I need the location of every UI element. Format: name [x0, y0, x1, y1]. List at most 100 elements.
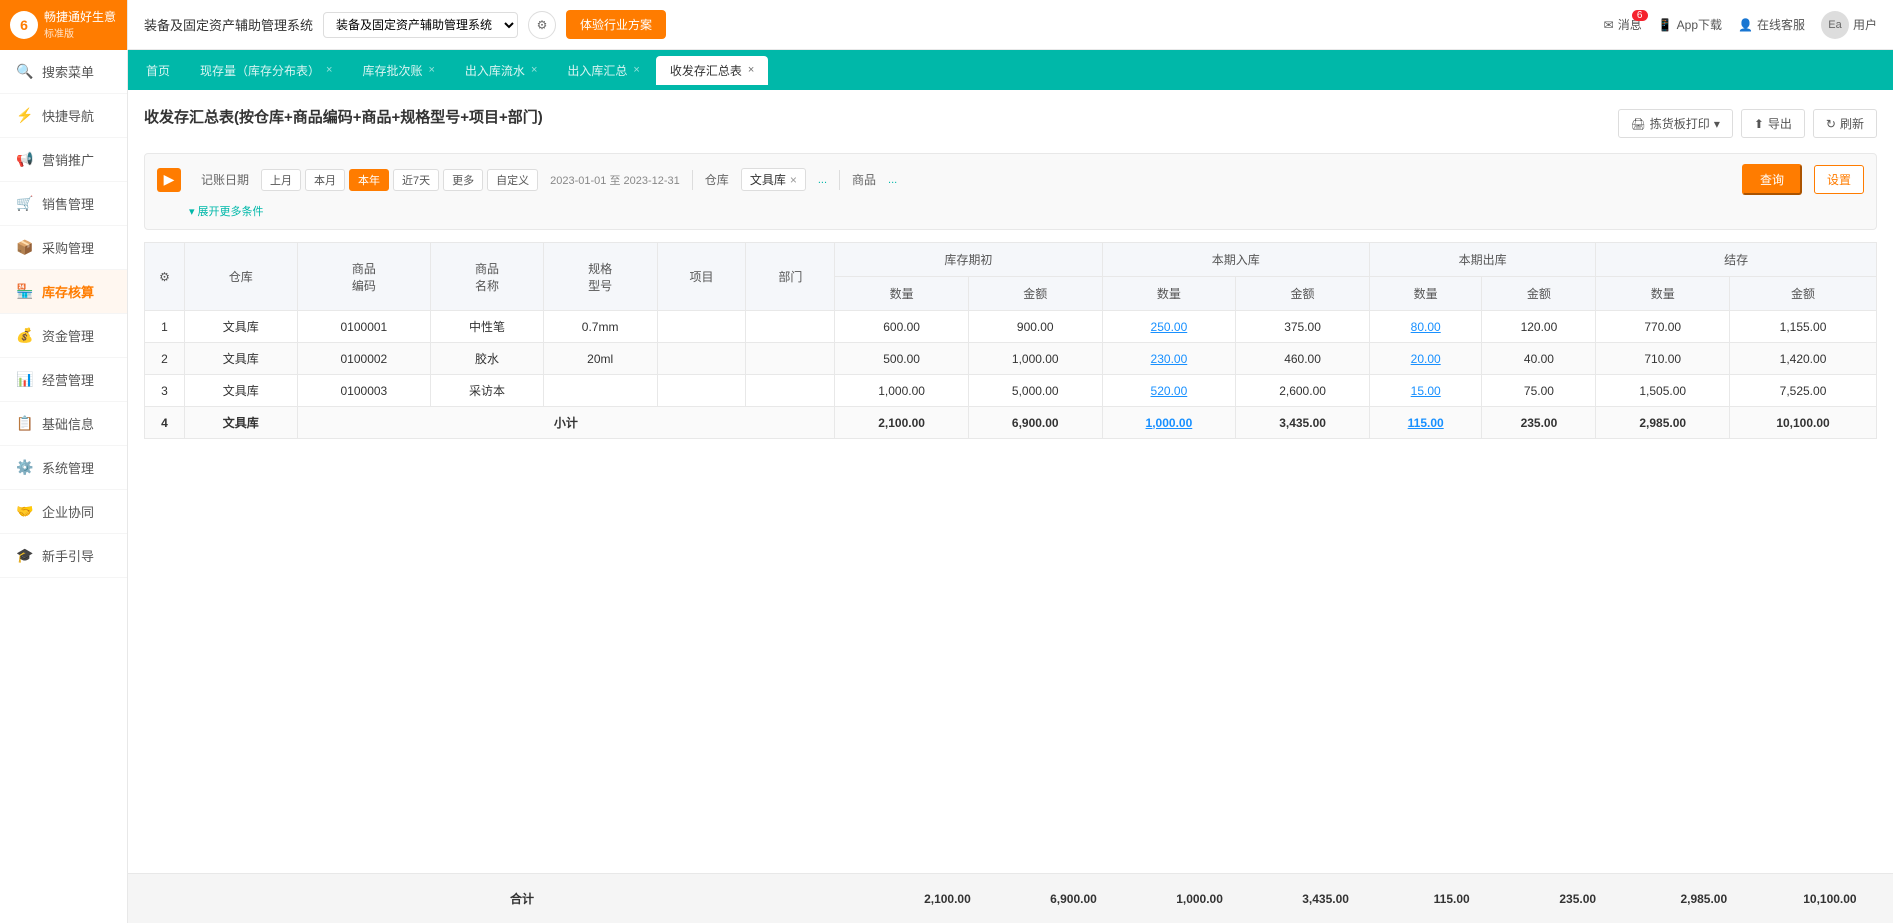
subtotal-row: 4 文具库 小计 2,100.00 6,900.00 1,000.00 3,43…	[145, 407, 1877, 439]
expand-conditions-button[interactable]: ▾ 展开更多条件	[189, 203, 1864, 219]
print-icon: 🖨	[1631, 117, 1646, 131]
date-btn-本月[interactable]: 本月	[305, 169, 345, 191]
subtotal-num: 4	[145, 407, 185, 439]
tab-label-batch: 库存批次账	[362, 62, 422, 79]
logo-icon: 6	[10, 11, 38, 39]
th-balance-qty: 数量	[1596, 277, 1730, 311]
cell-num: 1	[145, 311, 185, 343]
sidebar-item-operation[interactable]: 📊经营管理	[0, 358, 127, 402]
sales-icon: 🛒	[16, 195, 34, 213]
sidebar-item-system[interactable]: ⚙️ 系统管理	[0, 446, 127, 490]
subtotal-label: 小计	[297, 407, 835, 439]
cell-out-qty[interactable]: 15.00	[1369, 375, 1482, 407]
tab-close-collect-summary[interactable]: ×	[748, 64, 754, 76]
sidebar-item-guide[interactable]: 🎓新手引导	[0, 534, 127, 578]
tab-close-flow[interactable]: ×	[531, 64, 537, 76]
cell-in-amt: 2,600.00	[1236, 375, 1370, 407]
warehouse-tag[interactable]: 文具库 ×	[741, 168, 806, 191]
tab-batch[interactable]: 库存批次账 ×	[348, 56, 448, 85]
date-btn-上月[interactable]: 上月	[261, 169, 301, 191]
refresh-button[interactable]: ↻ 刷新	[1813, 109, 1877, 138]
tab-summary[interactable]: 出入库汇总 ×	[553, 56, 653, 85]
sidebar-label-guide: 新手引导	[42, 546, 94, 565]
tab-close-inventory-dist[interactable]: ×	[326, 64, 332, 76]
footer-total: 合计 2,100.00 6,900.00 1,000.00 3,435.00 1…	[128, 873, 1893, 923]
table-header-group: ⚙ 仓库 商品编码 商品名称 规格型号 项目 部门 库存期初 本期入库 本期出库…	[145, 243, 1877, 277]
cell-project	[657, 375, 746, 407]
operation-icon: 📊	[16, 371, 34, 389]
sidebar-item-enterprise[interactable]: 🤝企业协同	[0, 490, 127, 534]
cell-out-qty[interactable]: 80.00	[1369, 311, 1482, 343]
tab-close-batch[interactable]: ×	[428, 64, 434, 76]
total-label: 合计	[459, 882, 585, 915]
settings-icon[interactable]: ⚙	[528, 11, 556, 39]
warehouse-tag-close[interactable]: ×	[790, 173, 797, 187]
date-btn-更多[interactable]: 更多	[443, 169, 483, 191]
query-button[interactable]: 查询	[1742, 164, 1802, 195]
cell-in-amt: 460.00	[1236, 343, 1370, 375]
tab-inventory-dist[interactable]: 现存量（库存分布表）×	[186, 56, 346, 85]
goods-more[interactable]: ...	[888, 174, 897, 186]
tab-label-summary: 出入库汇总	[567, 62, 627, 79]
message-action[interactable]: ✉ 消息 6	[1604, 16, 1642, 33]
cell-in-qty[interactable]: 230.00	[1102, 343, 1236, 375]
inventory-icon: 🏪	[16, 283, 34, 301]
cell-out-amt: 40.00	[1482, 343, 1596, 375]
total-out-amt: 235.00	[1515, 882, 1641, 915]
online-service-action[interactable]: 👤 在线客服	[1738, 16, 1805, 33]
sidebar-item-purchase[interactable]: 📦采购管理	[0, 226, 127, 270]
cell-opening-amt: 1,000.00	[968, 343, 1102, 375]
refresh-icon: ↻	[1826, 117, 1836, 131]
sidebar: 6 畅捷通好生意 标准版 🔍搜索菜单⚡快捷导航📢营销推广🛒销售管理📦采购管理🏪库…	[0, 0, 128, 923]
sidebar-item-finance[interactable]: 💰资金管理	[0, 314, 127, 358]
cell-out-qty[interactable]: 20.00	[1369, 343, 1482, 375]
tab-flow[interactable]: 出入库流水×	[451, 56, 551, 85]
warehouse-more[interactable]: ...	[818, 174, 827, 186]
user-avatar: Ea	[1821, 11, 1849, 39]
cell-balance-amt: 1,155.00	[1730, 311, 1877, 343]
cell-goods-code: 0100001	[297, 311, 431, 343]
tab-collect-summary[interactable]: 收发存汇总表×	[656, 56, 768, 85]
date-btn-本年[interactable]: 本年	[349, 169, 389, 191]
sidebar-label-system: 系统管理	[42, 458, 94, 477]
print-button[interactable]: 🖨 拣货板打印 ▾	[1618, 109, 1733, 138]
sidebar-item-inventory[interactable]: 🏪库存核算	[0, 270, 127, 314]
message-badge: 6	[1632, 10, 1648, 21]
system-select[interactable]: 装备及固定资产辅助管理系统	[323, 12, 518, 38]
goods-label: 商品	[852, 171, 876, 188]
total-empty4	[585, 882, 695, 915]
header-left: 装备及固定资产辅助管理系统 装备及固定资产辅助管理系统 ⚙ 体验行业方案	[144, 10, 666, 39]
sidebar-menu: 🔍搜索菜单⚡快捷导航📢营销推广🛒销售管理📦采购管理🏪库存核算💰资金管理📊经营管理…	[0, 50, 127, 578]
tab-close-summary[interactable]: ×	[633, 64, 639, 76]
try-industry-button[interactable]: 体验行业方案	[566, 10, 666, 39]
export-button[interactable]: ⬆ 导出	[1741, 109, 1805, 138]
cell-dept	[746, 311, 835, 343]
sidebar-item-quick-nav[interactable]: ⚡快捷导航	[0, 94, 127, 138]
system-icon: ⚙️	[16, 459, 34, 477]
system-name: 装备及固定资产辅助管理系统	[144, 15, 313, 34]
setting-button[interactable]: 设置	[1814, 165, 1864, 194]
tab-home[interactable]: 首页	[132, 56, 184, 85]
cell-goods-name: 胶水	[431, 343, 544, 375]
th-opening-group: 库存期初	[835, 243, 1102, 277]
app-download-action[interactable]: 📱 App下载	[1658, 16, 1722, 33]
cell-goods-code: 0100002	[297, 343, 431, 375]
filter-toggle[interactable]: ▶	[157, 168, 181, 192]
date-btn-自定义[interactable]: 自定义	[487, 169, 538, 191]
cell-in-qty[interactable]: 250.00	[1102, 311, 1236, 343]
sidebar-item-marketing[interactable]: 📢营销推广	[0, 138, 127, 182]
date-btn-近7天[interactable]: 近7天	[393, 169, 439, 191]
divider	[692, 170, 693, 190]
sidebar-item-search[interactable]: 🔍搜索菜单	[0, 50, 127, 94]
page-title: 收发存汇总表(按仓库+商品编码+商品+规格型号+项目+部门)	[144, 106, 543, 127]
divider2	[839, 170, 840, 190]
cell-in-qty[interactable]: 520.00	[1102, 375, 1236, 407]
sidebar-item-basic-info[interactable]: 📋基础信息	[0, 402, 127, 446]
th-goods-name: 商品名称	[431, 243, 544, 311]
total-balance-amt: 10,100.00	[1767, 882, 1893, 915]
user-action[interactable]: Ea 用户	[1821, 11, 1877, 39]
sidebar-item-sales[interactable]: 🛒销售管理	[0, 182, 127, 226]
cell-balance-qty: 770.00	[1596, 311, 1730, 343]
logo-text: 畅捷通好生意 标准版	[44, 10, 116, 41]
brand-sub: 标准版	[44, 25, 116, 40]
